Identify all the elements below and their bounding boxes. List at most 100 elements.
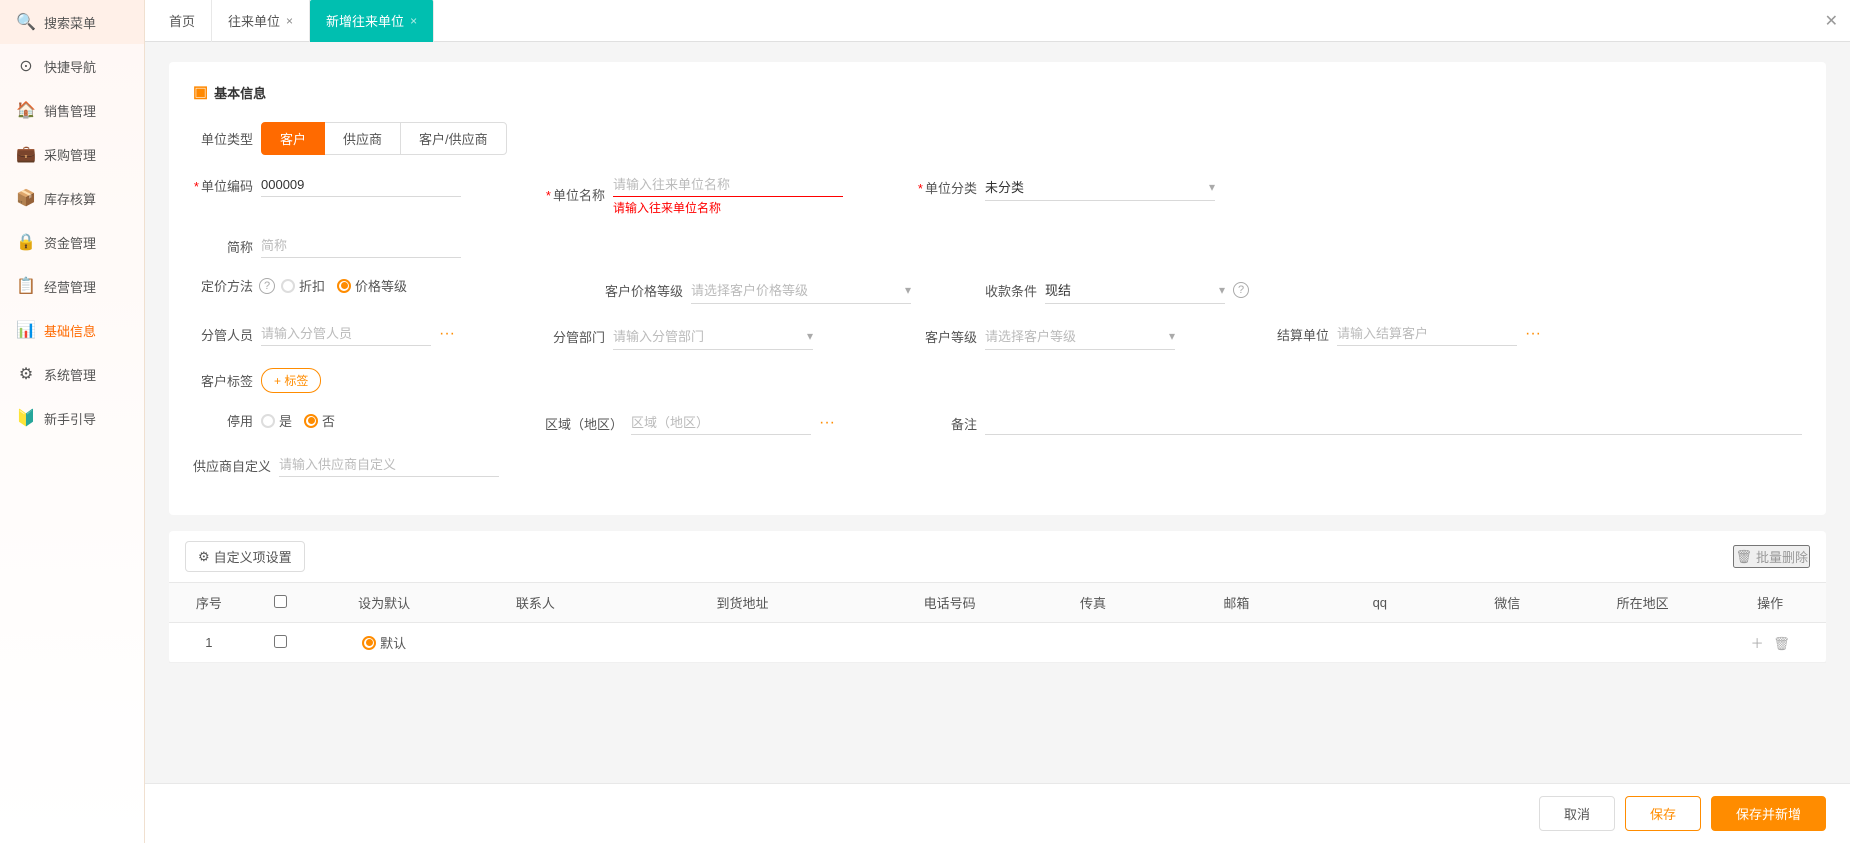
- row-delete-btn[interactable]: 🗑: [1773, 636, 1790, 651]
- batch-delete-btn[interactable]: 🗑 批量删除: [1733, 545, 1810, 568]
- region-input[interactable]: [631, 411, 811, 435]
- row-qq: [1316, 623, 1443, 663]
- row-qq-input[interactable]: [1324, 635, 1435, 650]
- manager-more-btn[interactable]: ···: [439, 325, 455, 343]
- search-icon: 🔍: [16, 12, 36, 32]
- row-pricing: 定价方法 ? 折扣 价格等级 客户价格等级: [193, 276, 1802, 304]
- sidebar-item-operations[interactable]: 📋 经营管理: [0, 264, 144, 308]
- region-more-btn[interactable]: ···: [819, 414, 835, 432]
- section-icon: ▣: [193, 82, 208, 102]
- radio-price-level[interactable]: 价格等级: [337, 276, 407, 295]
- sidebar-item-basics[interactable]: 📊 基础信息: [0, 308, 144, 352]
- unit-type-supplier-btn[interactable]: 供应商: [324, 122, 401, 155]
- sidebar-item-quick-nav[interactable]: ⊙ 快捷导航: [0, 44, 144, 88]
- row-checkbox[interactable]: [274, 635, 287, 648]
- custom-settings-btn[interactable]: ⚙ 自定义项设置: [185, 541, 305, 572]
- col-header-contact: 联系人: [456, 583, 615, 623]
- payment-terms-help[interactable]: ?: [1233, 282, 1249, 298]
- col-header-checkbox: [249, 583, 313, 623]
- settlement-unit-input[interactable]: [1337, 322, 1517, 346]
- field-region: 区域（地区） ···: [545, 411, 885, 435]
- unit-type-customer-btn[interactable]: 客户: [261, 122, 325, 155]
- save-button[interactable]: 保存: [1625, 796, 1701, 831]
- sidebar-item-search[interactable]: 🔍 搜索菜单: [0, 0, 144, 44]
- radio-no[interactable]: 否: [304, 411, 335, 430]
- customer-level-select[interactable]: 请选择客户等级 ▾: [985, 322, 1175, 350]
- row-default: 默认: [312, 623, 455, 663]
- disabled-label: 停用: [193, 411, 253, 430]
- row-wx-input[interactable]: [1452, 635, 1563, 650]
- unit-name-error: 请输入往来单位名称: [613, 199, 885, 216]
- customer-price-level-select[interactable]: 请选择客户价格等级 ▾: [691, 276, 911, 304]
- row-addr: [615, 623, 870, 663]
- settings-icon: ⚙: [198, 549, 210, 565]
- radio-discount[interactable]: 折扣: [281, 276, 325, 295]
- row-add-btn[interactable]: ＋: [1751, 636, 1764, 651]
- unit-code-input[interactable]: [261, 173, 461, 197]
- radio-yes[interactable]: 是: [261, 411, 292, 430]
- row-contact-input[interactable]: [464, 635, 607, 650]
- sidebar: 🔍 搜索菜单 ⊙ 快捷导航 🏠 销售管理 💼 采购管理 📦 库存核算 🔒 资金管…: [0, 0, 145, 843]
- row-area-input[interactable]: [1579, 635, 1706, 650]
- col-header-email: 邮箱: [1157, 583, 1316, 623]
- table-head: 序号 设为默认 联系人 到货地址 电话号码 传真 邮箱 qq 微信 所在地区: [169, 583, 1826, 623]
- region-label: 区域（地区）: [545, 414, 623, 433]
- manager-input[interactable]: [261, 322, 431, 346]
- row-addr-input[interactable]: [623, 635, 862, 650]
- supplier-custom-input[interactable]: [279, 453, 499, 477]
- short-name-input[interactable]: [261, 234, 461, 258]
- unit-category-select[interactable]: 未分类 ▾: [985, 173, 1215, 201]
- table-row: 1 默认: [169, 623, 1826, 663]
- tab-counterparts-close[interactable]: ×: [286, 14, 293, 28]
- customer-level-placeholder: 请选择客户等级: [985, 326, 1165, 345]
- row-no: 1: [169, 623, 249, 663]
- add-tag-btn[interactable]: + 标签: [261, 368, 321, 393]
- sidebar-item-system[interactable]: ⚙ 系统管理: [0, 352, 144, 396]
- delete-icon: 🗑: [1735, 549, 1752, 565]
- row-phone-input[interactable]: [878, 635, 1021, 650]
- unit-name-label: *单位名称: [545, 185, 605, 204]
- row-default-radio[interactable]: 默认: [320, 633, 447, 652]
- remark-input[interactable]: [985, 411, 1802, 435]
- tab-home[interactable]: 首页: [153, 0, 212, 42]
- unit-code-label: *单位编码: [193, 176, 253, 195]
- unit-type-both-btn[interactable]: 客户/供应商: [400, 122, 507, 155]
- department-chevron: ▾: [807, 329, 813, 343]
- sidebar-item-label: 快捷导航: [44, 57, 96, 76]
- window-close-icon[interactable]: ✕: [1825, 11, 1838, 31]
- cancel-button[interactable]: 取消: [1539, 796, 1615, 831]
- tab-new-counterpart-close[interactable]: ×: [410, 14, 417, 28]
- sidebar-item-label: 经营管理: [44, 277, 96, 296]
- unit-type-row: 单位类型 客户 供应商 客户/供应商: [193, 122, 1802, 155]
- form-footer: 取消 保存 保存并新增: [145, 783, 1850, 843]
- unit-name-input[interactable]: [613, 173, 843, 197]
- guide-icon: 🔰: [16, 408, 36, 428]
- sidebar-item-sales[interactable]: 🏠 销售管理: [0, 88, 144, 132]
- sidebar-item-finance[interactable]: 🔒 资金管理: [0, 220, 144, 264]
- unit-category-value: 未分类: [985, 177, 1205, 196]
- field-customer-tag: 客户标签 + 标签: [193, 368, 1802, 393]
- unit-category-label: *单位分类: [917, 178, 977, 197]
- row-fax-input[interactable]: [1037, 635, 1148, 650]
- select-all-checkbox[interactable]: [274, 595, 287, 608]
- payment-terms-select[interactable]: 现结 ▾: [1045, 276, 1225, 304]
- sidebar-item-purchase[interactable]: 💼 采购管理: [0, 132, 144, 176]
- tab-new-counterpart[interactable]: 新增往来单位 ×: [310, 0, 434, 42]
- radio-yes-circle: [261, 414, 275, 428]
- sidebar-item-inventory[interactable]: 📦 库存核算: [0, 176, 144, 220]
- row-email-input[interactable]: [1165, 635, 1308, 650]
- col-header-no: 序号: [169, 583, 249, 623]
- contact-table-section: ⚙ 自定义项设置 🗑 批量删除 序号 设为默认 联系人: [169, 531, 1826, 663]
- department-select[interactable]: 请输入分管部门 ▾: [613, 322, 813, 350]
- sidebar-item-label: 库存核算: [44, 189, 96, 208]
- customer-level-label: 客户等级: [917, 327, 977, 346]
- tab-counterparts[interactable]: 往来单位 ×: [212, 0, 310, 42]
- save-new-button[interactable]: 保存并新增: [1711, 796, 1826, 831]
- settlement-unit-more-btn[interactable]: ···: [1525, 325, 1541, 343]
- custom-settings-label: 自定义项设置: [214, 547, 292, 566]
- sidebar-item-guide[interactable]: 🔰 新手引导: [0, 396, 144, 440]
- table-body: 1 默认: [169, 623, 1826, 663]
- payment-terms-value: 现结: [1045, 280, 1215, 299]
- pricing-method-help[interactable]: ?: [259, 278, 275, 294]
- unit-category-chevron: ▾: [1209, 180, 1215, 194]
